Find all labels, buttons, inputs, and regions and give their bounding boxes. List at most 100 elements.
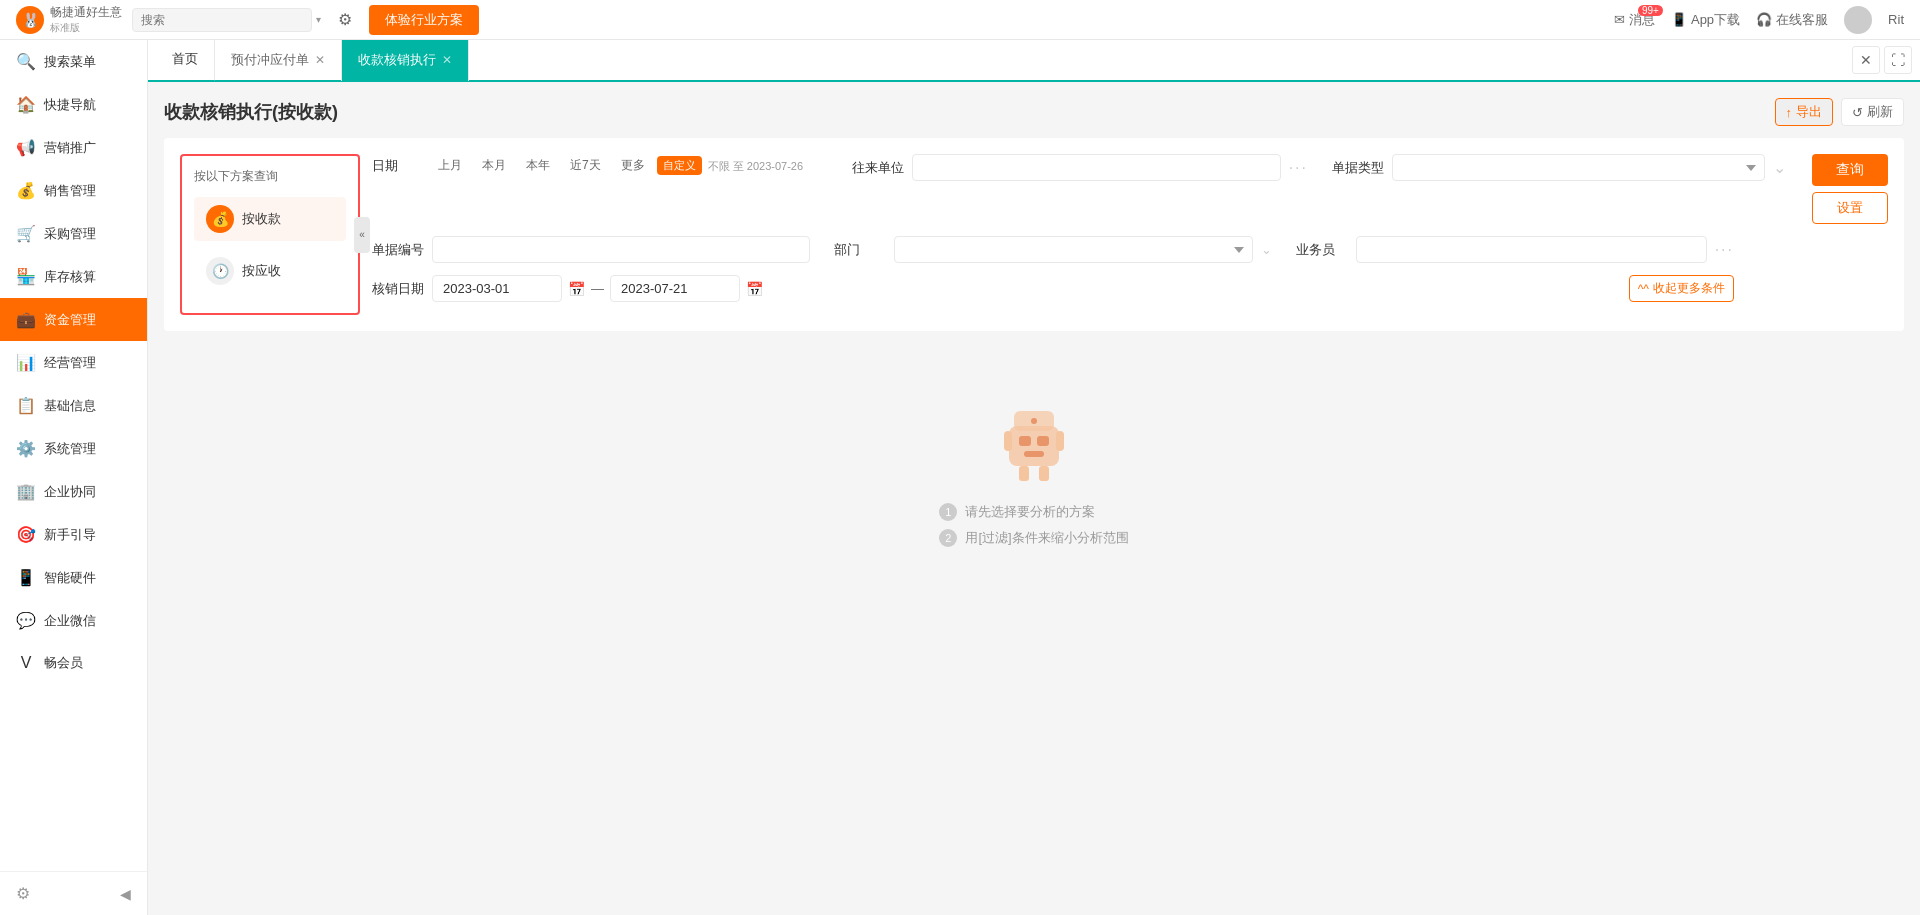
sidebar-collapse-btn[interactable]: ◀ xyxy=(120,886,131,902)
filter-option-by-receipt[interactable]: 💰 按收款 xyxy=(194,197,346,241)
sidebar-item-search-menu[interactable]: 🔍 搜索菜单 xyxy=(0,40,147,83)
dept-label: 部门 xyxy=(834,241,886,259)
date-btn-more[interactable]: 更多 xyxy=(613,154,653,177)
topbar-search-input[interactable] xyxy=(132,8,312,32)
sidebar-item-member[interactable]: V 畅会员 xyxy=(0,642,147,684)
doc-number-input[interactable] xyxy=(432,236,810,263)
staff-input[interactable] xyxy=(1356,236,1707,263)
export-button[interactable]: ↑ 导出 xyxy=(1775,98,1834,126)
message-button[interactable]: ✉ 消息 99+ xyxy=(1614,11,1655,29)
date-label: 日期 xyxy=(372,157,424,175)
svg-rect-2 xyxy=(1037,436,1049,446)
svg-rect-0 xyxy=(1009,426,1059,466)
clipboard-icon: 📋 xyxy=(16,396,36,415)
sidebar-item-guide[interactable]: 🎯 新手引导 xyxy=(0,513,147,556)
briefcase-icon: 💼 xyxy=(16,310,36,329)
tab-home-label: 首页 xyxy=(172,50,198,68)
query-button[interactable]: 查询 xyxy=(1812,154,1888,186)
gear-icon[interactable]: ⚙ xyxy=(331,6,359,34)
sidebar-item-marketing[interactable]: 📢 营销推广 xyxy=(0,126,147,169)
dept-dropdown-icon[interactable]: ⌄ xyxy=(1261,242,1272,257)
empty-tip-2: 2 用[过滤]条件来缩小分析范围 xyxy=(939,529,1128,547)
verify-date-range: 📅 — 📅 xyxy=(432,275,763,302)
settings-bottom-icon[interactable]: ⚙ xyxy=(16,884,30,903)
user-avatar[interactable] xyxy=(1844,6,1872,34)
receivable-icon: 🕐 xyxy=(206,257,234,285)
sidebar-item-sales[interactable]: 💰 销售管理 xyxy=(0,169,147,212)
filter-collapse-btn[interactable]: « xyxy=(354,217,370,253)
sidebar-item-system[interactable]: ⚙️ 系统管理 xyxy=(0,427,147,470)
calendar-end-icon[interactable]: 📅 xyxy=(746,281,763,297)
sidebar-item-purchase[interactable]: 🛒 采购管理 xyxy=(0,212,147,255)
chat-icon: 💬 xyxy=(16,611,36,630)
tab-prepay[interactable]: 预付冲应付单 ✕ xyxy=(215,40,342,81)
verify-date-end-input[interactable] xyxy=(610,275,740,302)
filter-left: 按以下方案查询 💰 按收款 🕐 按应收 « xyxy=(180,154,360,315)
filter-right: 日期 上月 本月 本年 近7天 更多 自定义 不限 至 2023-07-26 xyxy=(372,154,1888,315)
date-btn-this-year[interactable]: 本年 xyxy=(518,154,558,177)
app-logo: 🐰 畅捷通好生意 标准版 xyxy=(16,4,122,35)
sidebar-bottom: ⚙ ◀ xyxy=(0,871,147,915)
tip-text-2: 用[过滤]条件来缩小分析范围 xyxy=(965,529,1128,547)
solution-button[interactable]: 体验行业方案 xyxy=(369,5,479,35)
sidebar-item-inventory[interactable]: 🏪 库存核算 xyxy=(0,255,147,298)
sidebar-label-enterprise: 企业协同 xyxy=(44,483,96,501)
tab-prepay-close-icon[interactable]: ✕ xyxy=(315,53,325,67)
sidebar-item-wechat[interactable]: 💬 企业微信 xyxy=(0,599,147,642)
building-icon: 🏢 xyxy=(16,482,36,501)
tab-receipt-close-icon[interactable]: ✕ xyxy=(442,53,452,67)
doc-type-select[interactable] xyxy=(1392,154,1765,181)
date-btn-last-month[interactable]: 上月 xyxy=(430,154,470,177)
tab-receipt[interactable]: 收款核销执行 ✕ xyxy=(342,40,469,81)
svg-rect-5 xyxy=(1056,431,1064,451)
chart-icon: 📊 xyxy=(16,353,36,372)
page-header: 收款核销执行(按收款) ↑ 导出 ↺ 刷新 xyxy=(164,98,1904,126)
counterpart-input[interactable] xyxy=(912,154,1281,181)
doc-type-dropdown-icon[interactable]: ⌄ xyxy=(1773,158,1788,177)
tip-text-1: 请先选择要分析的方案 xyxy=(965,503,1095,521)
sidebar-label-wechat: 企业微信 xyxy=(44,612,96,630)
sidebar-item-enterprise[interactable]: 🏢 企业协同 xyxy=(0,470,147,513)
home-icon: 🏠 xyxy=(16,95,36,114)
calendar-start-icon[interactable]: 📅 xyxy=(568,281,585,297)
filter-option-by-receivable[interactable]: 🕐 按应收 xyxy=(194,249,346,293)
app-download-button[interactable]: 📱 App下载 xyxy=(1671,11,1740,29)
settings-button[interactable]: 设置 xyxy=(1812,192,1888,224)
app-subtitle: 标准版 xyxy=(50,21,122,35)
refresh-button[interactable]: ↺ 刷新 xyxy=(1841,98,1904,126)
chevron-down-icon[interactable]: ▾ xyxy=(316,14,321,25)
counterpart-label: 往来单位 xyxy=(852,159,904,177)
tab-home[interactable]: 首页 xyxy=(156,40,215,81)
sidebar-item-basic-info[interactable]: 📋 基础信息 xyxy=(0,384,147,427)
online-service-button[interactable]: 🎧 在线客服 xyxy=(1756,11,1828,29)
page-actions: ↑ 导出 ↺ 刷新 xyxy=(1775,98,1905,126)
export-icon: ↑ xyxy=(1786,105,1793,120)
custom-date-badge: 自定义 xyxy=(657,156,702,175)
empty-robot-illustration xyxy=(984,391,1084,491)
sidebar-item-quick-nav[interactable]: 🏠 快捷导航 xyxy=(0,83,147,126)
sidebar: 🔍 搜索菜单 🏠 快捷导航 📢 营销推广 💰 销售管理 🛒 采购管理 🏪 库存核… xyxy=(0,40,148,915)
store-icon: 🏪 xyxy=(16,267,36,286)
staff-dots-icon[interactable]: ··· xyxy=(1715,241,1734,259)
verify-date-start-input[interactable] xyxy=(432,275,562,302)
staff-label: 业务员 xyxy=(1296,241,1348,259)
tab-close-all-btn[interactable]: ✕ xyxy=(1852,46,1880,74)
counterpart-dots-icon[interactable]: ··· xyxy=(1289,159,1308,177)
sidebar-item-finance[interactable]: 💼 资金管理 xyxy=(0,298,147,341)
sidebar-item-hardware[interactable]: 📱 智能硬件 xyxy=(0,556,147,599)
dept-select[interactable] xyxy=(894,236,1253,263)
collapse-more-btn[interactable]: ^^ 收起更多条件 xyxy=(1629,275,1734,302)
target-icon: 🎯 xyxy=(16,525,36,544)
user-name[interactable]: Rit xyxy=(1888,12,1904,27)
sidebar-item-operation[interactable]: 📊 经营管理 xyxy=(0,341,147,384)
refresh-label: 刷新 xyxy=(1867,103,1893,121)
date-btn-this-month[interactable]: 本月 xyxy=(474,154,514,177)
filter-option-receipt-label: 按收款 xyxy=(242,210,281,228)
headset-icon: 🎧 xyxy=(1756,12,1772,27)
tab-maximize-btn[interactable]: ⛶ xyxy=(1884,46,1912,74)
search-icon: 🔍 xyxy=(16,52,36,71)
svg-rect-4 xyxy=(1004,431,1012,451)
app-info: 畅捷通好生意 标准版 xyxy=(50,4,122,35)
sidebar-label-basic-info: 基础信息 xyxy=(44,397,96,415)
date-btn-7days[interactable]: 近7天 xyxy=(562,154,609,177)
